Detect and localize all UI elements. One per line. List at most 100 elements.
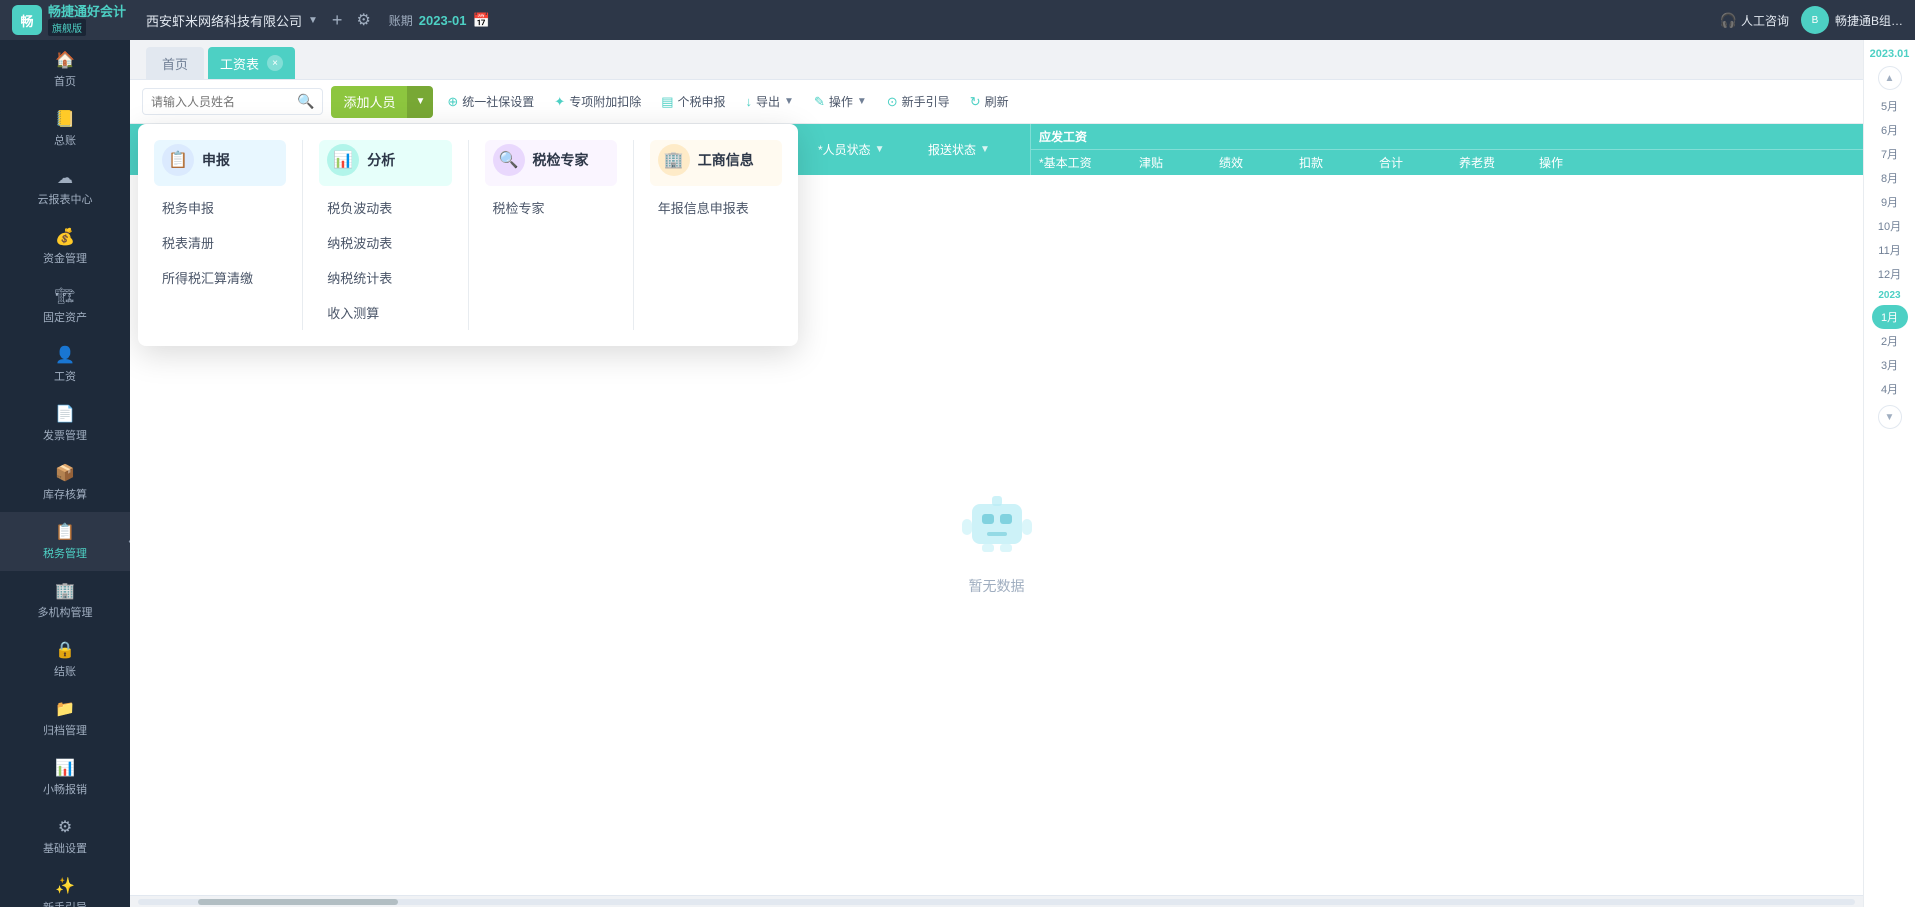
social-insurance-icon: ⊕: [447, 94, 458, 110]
refresh-btn[interactable]: ↻ 刷新: [964, 89, 1015, 114]
timeline-month-2[interactable]: 2月: [1872, 329, 1908, 353]
sidebar-item-archive[interactable]: 📁 归档管理: [0, 689, 130, 748]
sidebar-label-inventory: 库存核算: [43, 486, 87, 502]
dropdown-item-tax-declaration[interactable]: 税务申报: [154, 190, 286, 225]
report-filter-icon: ▼: [980, 144, 990, 155]
export-icon: ↓: [746, 94, 753, 109]
sidebar-item-invoice[interactable]: 📄 发票管理: [0, 394, 130, 453]
sidebar-item-salary[interactable]: 👤 工资: [0, 335, 130, 394]
user-name: 畅捷通B组…: [1835, 12, 1903, 29]
sidebar-item-cloud[interactable]: ☁ 云报表中心: [0, 158, 130, 217]
app-title: 畅捷通好会计: [48, 4, 126, 20]
dropdown-item-tax-burden[interactable]: 税负波动表: [319, 190, 451, 225]
sidebar-collapse-arrow[interactable]: ‹: [122, 528, 130, 556]
dropdown-item-annual-report[interactable]: 年报信息申报表: [650, 190, 782, 225]
dropdown-section-analysis: 📊 分析 税负波动表 纳税波动表 纳税统计表 收入测算: [303, 140, 468, 330]
new-guide-btn[interactable]: ⊙ 新手引导: [881, 89, 956, 114]
tax-return-label: 个税申报: [678, 93, 726, 110]
social-insurance-label: 统一社保设置: [462, 93, 534, 110]
sidebar-item-basic-settings[interactable]: ⚙ 基础设置: [0, 807, 130, 866]
user-info[interactable]: B 畅捷通B组…: [1801, 6, 1903, 34]
social-insurance-btn[interactable]: ⊕ 统一社保设置: [441, 89, 540, 114]
sidebar-item-tax[interactable]: 📋 税务管理 ‹: [0, 512, 130, 571]
empty-icon: [952, 474, 1042, 564]
sidebar-item-fund[interactable]: 💰 资金管理: [0, 217, 130, 276]
sidebar-item-fixed-assets[interactable]: 🏗 固定资产: [0, 276, 130, 335]
tab-salary[interactable]: 工资表 ×: [208, 47, 295, 79]
logo-icon: 畅: [12, 5, 42, 35]
timeline-nav-up[interactable]: ▲: [1878, 66, 1902, 90]
sidebar-label-archive: 归档管理: [43, 722, 87, 738]
sidebar-label-cloud: 云报表中心: [38, 191, 93, 207]
analysis-icon: 📊: [327, 144, 359, 176]
sidebar: 🏠 首页 📒 总账 ☁ 云报表中心 💰 资金管理 🏗 固定资产 👤 工资 📄 发…: [0, 40, 130, 907]
section-title-tax-expert: 税检专家: [533, 150, 589, 170]
timeline-month-8[interactable]: 8月: [1872, 166, 1908, 190]
dropdown-item-tax-form[interactable]: 税表清册: [154, 225, 286, 260]
company-selector[interactable]: 西安虾米网络科技有限公司 ▼: [146, 11, 318, 30]
timeline-month-12[interactable]: 12月: [1872, 262, 1908, 286]
fund-icon: 💰: [55, 227, 75, 247]
add-person-btn[interactable]: 添加人员 ▼: [331, 86, 433, 118]
operations-btn[interactable]: ✎ 操作 ▼: [808, 89, 873, 114]
special-deduction-label: 专项附加扣除: [569, 93, 641, 110]
refresh-icon: ↻: [970, 94, 981, 110]
sidebar-item-inventory[interactable]: 📦 库存核算: [0, 453, 130, 512]
timeline-month-1-active[interactable]: 1月: [1872, 305, 1908, 329]
basic-settings-icon: ⚙: [58, 817, 72, 837]
calendar-icon[interactable]: 📅: [473, 12, 490, 29]
th-deduction: 扣款: [1291, 150, 1371, 175]
dropdown-item-tax-check[interactable]: 税检专家: [485, 190, 617, 225]
sidebar-label-basic-settings: 基础设置: [43, 840, 87, 856]
timeline-month-3[interactable]: 3月: [1872, 353, 1908, 377]
sidebar-item-multiorg[interactable]: 🏢 多机构管理: [0, 571, 130, 630]
empty-message: 暂无数据: [969, 576, 1025, 596]
sidebar-item-ledger[interactable]: 📒 总账: [0, 99, 130, 158]
scrollbar-thumb[interactable]: [198, 899, 398, 905]
dropdown-item-tax-statistics[interactable]: 纳税统计表: [319, 260, 451, 295]
app-edition: 旗舰版: [48, 19, 86, 36]
sidebar-label-xiaochang: 小畅报销: [43, 781, 87, 797]
sidebar-item-closing[interactable]: 🔒 结账: [0, 630, 130, 689]
dropdown-item-income-settlement[interactable]: 所得税汇算清缴: [154, 260, 286, 295]
fixed-assets-icon: 🏗: [55, 286, 75, 306]
sidebar-item-new-guide[interactable]: ✨ 新手引导: [0, 866, 130, 907]
timeline-month-11[interactable]: 11月: [1872, 238, 1908, 262]
timeline-nav-down[interactable]: ▼: [1878, 405, 1902, 429]
timeline-month-5[interactable]: 5月: [1872, 94, 1908, 118]
th-status[interactable]: *人员状态 ▼: [810, 131, 920, 168]
chevron-down-icon: ▼: [308, 15, 318, 26]
th-report-status[interactable]: 报送状态 ▼: [920, 131, 1030, 168]
sidebar-item-xiaochang[interactable]: 📊 小畅报销: [0, 748, 130, 807]
sidebar-item-home[interactable]: 🏠 首页: [0, 40, 130, 99]
tax-return-btn[interactable]: ▤ 个税申报: [655, 89, 731, 114]
dropdown-item-income-forecast[interactable]: 收入测算: [319, 295, 451, 330]
operations-chevron-icon: ▼: [857, 96, 867, 107]
th-base-salary: *基本工资: [1031, 150, 1131, 175]
search-box[interactable]: 🔍: [142, 88, 323, 115]
search-input[interactable]: [151, 95, 291, 109]
timeline-month-10[interactable]: 10月: [1872, 214, 1908, 238]
timeline-month-4[interactable]: 4月: [1872, 377, 1908, 401]
support-link[interactable]: 🎧 人工咨询: [1720, 12, 1789, 29]
tab-home[interactable]: 首页: [146, 47, 204, 79]
closing-icon: 🔒: [55, 640, 75, 660]
th-performance: 绩效: [1211, 150, 1291, 175]
special-deduction-btn[interactable]: ✦ 专项附加扣除: [548, 89, 647, 114]
section-header-tax-expert: 🔍 税检专家: [485, 140, 617, 186]
horizontal-scrollbar[interactable]: [130, 895, 1863, 907]
add-person-label: 添加人员: [331, 92, 407, 111]
settings-icon[interactable]: ⚙: [356, 10, 370, 30]
add-company-btn[interactable]: +: [328, 10, 347, 31]
dropdown-item-tax-fluctuation[interactable]: 纳税波动表: [319, 225, 451, 260]
add-person-chevron: ▼: [407, 86, 433, 118]
timeline-month-7[interactable]: 7月: [1872, 142, 1908, 166]
scrollbar-track[interactable]: [138, 899, 1855, 905]
timeline-month-9[interactable]: 9月: [1872, 190, 1908, 214]
section-header-declaration: 📋 申报: [154, 140, 286, 186]
export-btn[interactable]: ↓ 导出 ▼: [740, 89, 800, 114]
tab-close-btn[interactable]: ×: [267, 55, 283, 71]
search-icon: 🔍: [297, 93, 314, 110]
export-chevron-icon: ▼: [784, 96, 794, 107]
timeline-month-6[interactable]: 6月: [1872, 118, 1908, 142]
